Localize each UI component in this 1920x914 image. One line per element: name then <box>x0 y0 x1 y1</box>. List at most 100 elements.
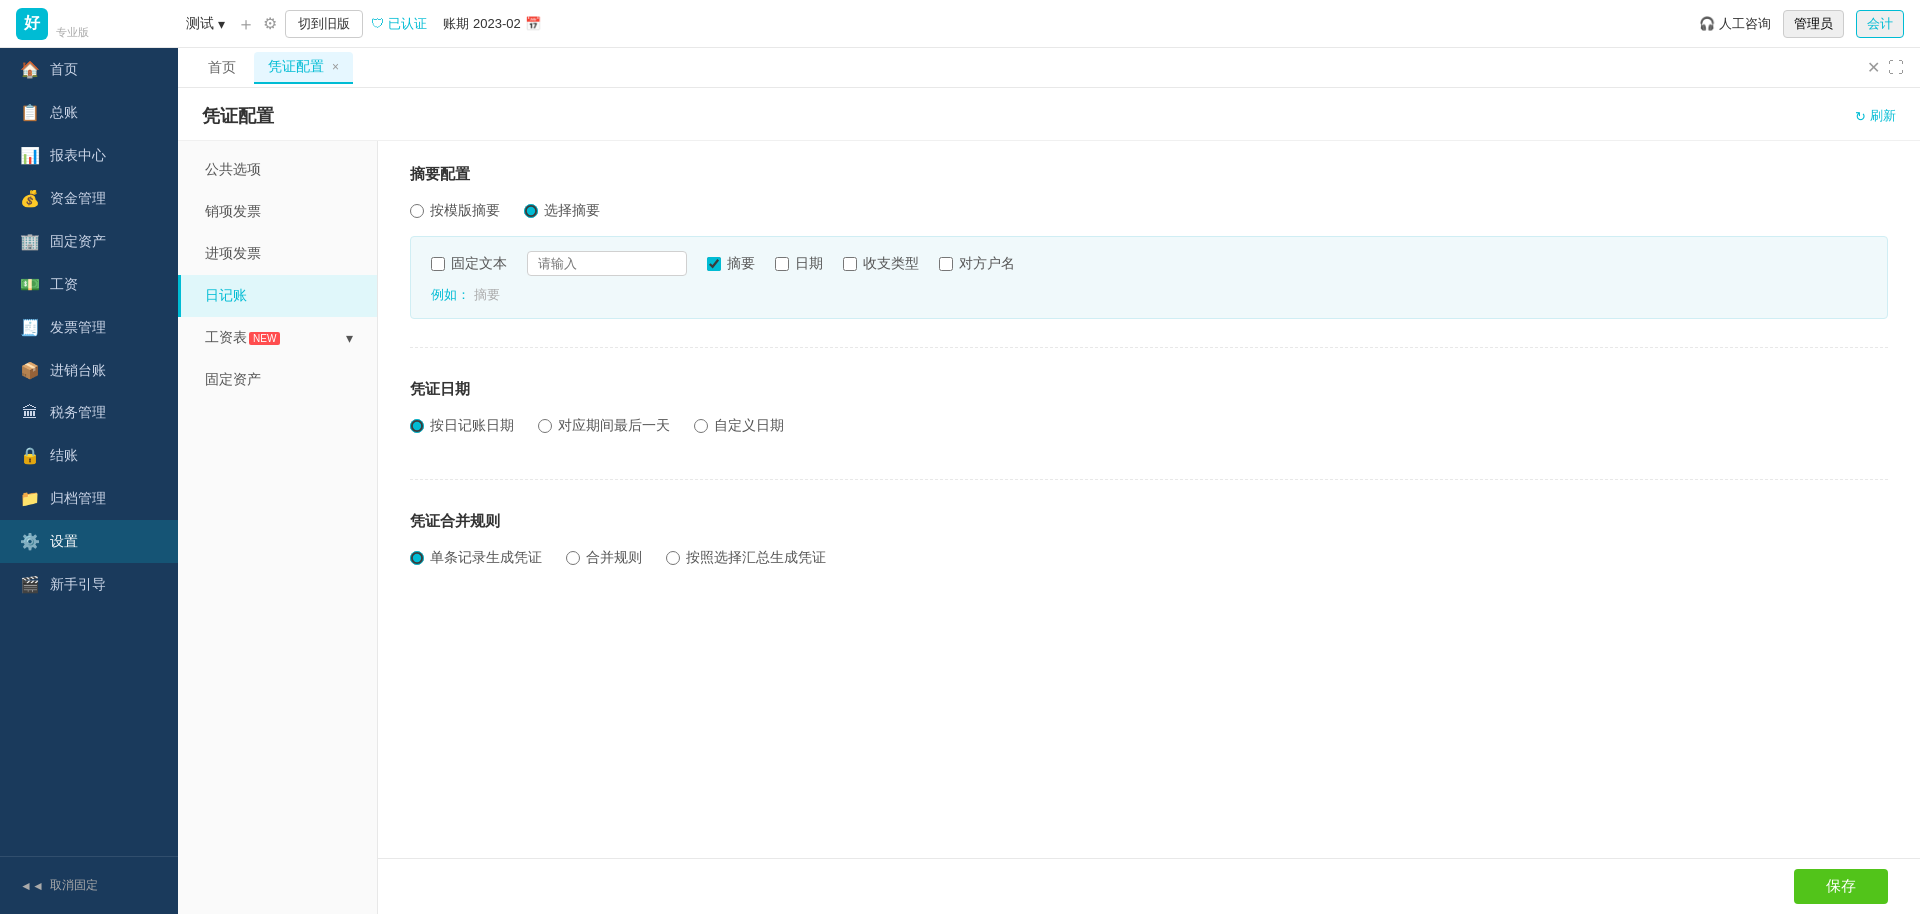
payment-type-check-input[interactable] <box>843 257 857 271</box>
tab-voucher-config[interactable]: 凭证配置× <box>254 52 353 84</box>
summary-select-radio[interactable]: 选择摘要 <box>524 202 600 220</box>
config-layout: 公共选项销项发票进项发票日记账工资表NEW▾固定资产 摘要配置 按模版摘要 <box>178 141 1920 914</box>
date-title: 凭证日期 <box>410 380 1888 399</box>
sidebar-icon-ledger: 📋 <box>20 103 40 122</box>
sidebar-item-ledger[interactable]: 📋 总账 <box>0 91 178 134</box>
config-nav-public[interactable]: 公共选项 <box>178 149 377 191</box>
counterparty-check-input[interactable] <box>939 257 953 271</box>
sidebar-label-closing: 结账 <box>50 447 78 465</box>
fullscreen-icon[interactable]: ⛶ <box>1888 59 1904 77</box>
save-button[interactable]: 保存 <box>1794 869 1888 904</box>
tab-home[interactable]: 首页 <box>194 53 250 83</box>
sidebar-item-archive[interactable]: 📁 归档管理 <box>0 477 178 520</box>
config-right: 摘要配置 按模版摘要 选择摘要 <box>378 141 1920 914</box>
fixed-text-checkbox[interactable]: 固定文本 <box>431 255 507 273</box>
summary-gen-input[interactable] <box>666 551 680 565</box>
switch-version-button[interactable]: 切到旧版 <box>285 10 363 38</box>
config-nav-fixed-asset[interactable]: 固定资产 <box>178 359 377 401</box>
logo-sub: 专业版 <box>56 25 140 40</box>
summary-radio-group: 按模版摘要 选择摘要 <box>410 202 1888 220</box>
close-window-icon[interactable]: ✕ <box>1867 58 1880 77</box>
config-content: 摘要配置 按模版摘要 选择摘要 <box>378 141 1920 858</box>
single-record-input[interactable] <box>410 551 424 565</box>
sidebar-label-cash: 资金管理 <box>50 190 106 208</box>
admin-button[interactable]: 管理员 <box>1783 10 1844 38</box>
custom-date-input[interactable] <box>694 419 708 433</box>
sidebar-label-tax: 税务管理 <box>50 404 106 422</box>
tab-bar-right: ✕ ⛶ <box>1867 58 1904 77</box>
journal-date-radio[interactable]: 按日记账日期 <box>410 417 514 435</box>
calendar-icon[interactable]: 📅 <box>525 16 541 31</box>
date-checkbox[interactable]: 日期 <box>775 255 823 273</box>
sidebar-label-guide: 新手引导 <box>50 576 106 594</box>
certified-badge: 🛡 已认证 <box>371 15 427 33</box>
single-record-radio[interactable]: 单条记录生成凭证 <box>410 549 542 567</box>
sidebar-label-ledger: 总账 <box>50 104 78 122</box>
summary-checkbox[interactable]: 摘要 <box>707 255 755 273</box>
merge-rules-radio[interactable]: 合并规则 <box>566 549 642 567</box>
sidebar-item-tax[interactable]: 🏛 税务管理 <box>0 392 178 434</box>
sidebar-item-guide[interactable]: 🎬 新手引导 <box>0 563 178 606</box>
logo-icon: 好 <box>16 8 48 40</box>
fixed-text-field[interactable] <box>527 251 687 276</box>
sidebar-pin-button[interactable]: ◄◄ 取消固定 <box>0 869 178 902</box>
config-nav-label-sales: 销项发票 <box>205 203 261 219</box>
config-nav-label-fixed-asset: 固定资产 <box>205 371 261 387</box>
new-badge-payroll: NEW <box>249 332 280 345</box>
topbar-right: 🎧 人工咨询 管理员 会计 <box>1699 10 1904 38</box>
sidebar-icon-salary: 💵 <box>20 275 40 294</box>
custom-date-radio[interactable]: 自定义日期 <box>694 417 784 435</box>
single-record-label: 单条记录生成凭证 <box>430 549 542 567</box>
period-last-input[interactable] <box>538 419 552 433</box>
consult-button[interactable]: 🎧 人工咨询 <box>1699 15 1771 33</box>
merge-rules-input[interactable] <box>566 551 580 565</box>
topbar: 好 畅捷通好会计 专业版 测试 ▾ ＋ ⚙ 切到旧版 🛡 已认证 账期 2023… <box>0 0 1920 48</box>
sidebar-icon-asset: 🏢 <box>20 232 40 251</box>
sidebar-item-settings[interactable]: ⚙️ 设置 <box>0 520 178 563</box>
period-last-radio[interactable]: 对应期间最后一天 <box>538 417 670 435</box>
summary-check-input[interactable] <box>707 257 721 271</box>
summary-select-label: 选择摘要 <box>544 202 600 220</box>
custom-date-label: 自定义日期 <box>714 417 784 435</box>
workspace-selector[interactable]: 测试 ▾ <box>186 15 225 33</box>
sidebar-bottom: ◄◄ 取消固定 <box>0 856 178 914</box>
date-check-input[interactable] <box>775 257 789 271</box>
page-title: 凭证配置 <box>202 104 274 128</box>
config-nav-purchase[interactable]: 进项发票 <box>178 233 377 275</box>
summary-gen-radio[interactable]: 按照选择汇总生成凭证 <box>666 549 826 567</box>
config-nav-sales[interactable]: 销项发票 <box>178 191 377 233</box>
counterparty-checkbox[interactable]: 对方户名 <box>939 255 1015 273</box>
sidebar-item-closing[interactable]: 🔒 结账 <box>0 434 178 477</box>
sidebar-icon-archive: 📁 <box>20 489 40 508</box>
config-nav-journal[interactable]: 日记账 <box>178 275 377 317</box>
sidebar-resizer[interactable] <box>174 48 178 914</box>
sidebar-item-invoice[interactable]: 🧾 发票管理 <box>0 306 178 349</box>
summary-options-panel: 固定文本 摘要 日期 <box>410 236 1888 319</box>
tab-close-voucher-config[interactable]: × <box>332 60 339 74</box>
add-icon[interactable]: ＋ <box>237 12 255 36</box>
payment-type-label: 收支类型 <box>863 255 919 273</box>
sidebar-icon-report: 📊 <box>20 146 40 165</box>
merge-title: 凭证合并规则 <box>410 512 1888 531</box>
sidebar-item-trading[interactable]: 📦 进销台账 <box>0 349 178 392</box>
journal-date-input[interactable] <box>410 419 424 433</box>
refresh-button[interactable]: ↻ 刷新 <box>1855 107 1896 125</box>
sidebar-label-asset: 固定资产 <box>50 233 106 251</box>
logo-text: 畅捷通好会计 <box>56 7 140 25</box>
sidebar-item-report[interactable]: 📊 报表中心 <box>0 134 178 177</box>
config-nav-payroll[interactable]: 工资表NEW▾ <box>178 317 377 359</box>
settings-icon[interactable]: ⚙ <box>263 14 277 33</box>
sidebar-icon-invoice: 🧾 <box>20 318 40 337</box>
role-button[interactable]: 会计 <box>1856 10 1904 38</box>
sidebar-item-home[interactable]: 🏠 首页 <box>0 48 178 91</box>
sidebar-item-asset[interactable]: 🏢 固定资产 <box>0 220 178 263</box>
config-nav: 公共选项销项发票进项发票日记账工资表NEW▾ 固定资产 <box>178 141 378 914</box>
fixed-text-input-check[interactable] <box>431 257 445 271</box>
sidebar-item-salary[interactable]: 💵 工资 <box>0 263 178 306</box>
summary-select-input[interactable] <box>524 204 538 218</box>
summary-template-input[interactable] <box>410 204 424 218</box>
payment-type-checkbox[interactable]: 收支类型 <box>843 255 919 273</box>
summary-template-radio[interactable]: 按模版摘要 <box>410 202 500 220</box>
sidebar-item-cash[interactable]: 💰 资金管理 <box>0 177 178 220</box>
journal-date-label: 按日记账日期 <box>430 417 514 435</box>
